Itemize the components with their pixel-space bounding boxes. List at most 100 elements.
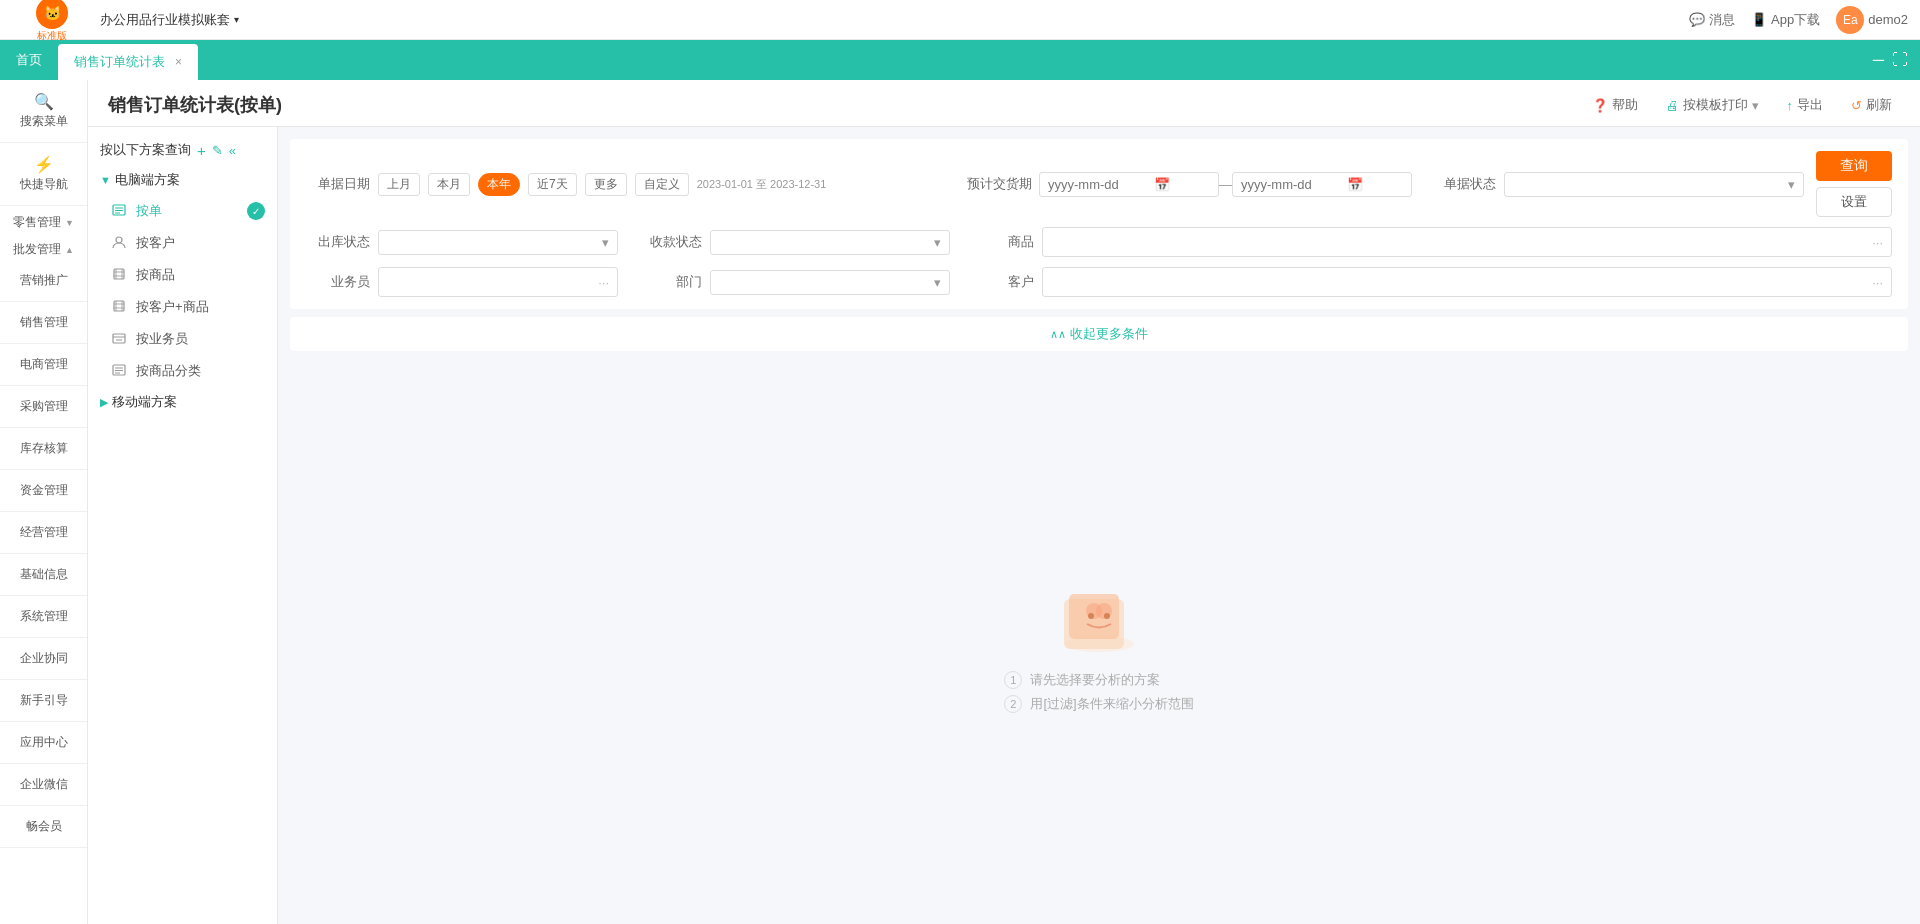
scheme-panel-header: 按以下方案查询 + ✎ « xyxy=(88,135,277,165)
goods-dots-icon[interactable]: ··· xyxy=(1872,235,1883,250)
ecommerce-label: 电商管理 xyxy=(20,357,68,371)
scheme-collapse-icon[interactable]: « xyxy=(229,143,236,158)
page-name: 办公用品行业模拟账套 xyxy=(100,11,230,29)
goods-field[interactable]: ··· xyxy=(1042,227,1892,257)
tab-minimize-icon[interactable]: ─ xyxy=(1873,51,1884,69)
search-icon: 🔍 xyxy=(0,92,87,111)
action-buttons: 查询 设置 xyxy=(1816,151,1892,217)
this-month-btn[interactable]: 本月 xyxy=(428,173,470,196)
app-download-button[interactable]: 📱 App下载 xyxy=(1751,11,1820,29)
sidebar-item-wechat[interactable]: 企业微信 xyxy=(0,764,87,806)
sidebar-item-ecommerce[interactable]: 电商管理 xyxy=(0,344,87,386)
payment-select[interactable]: ▾ xyxy=(710,230,950,255)
sidebar-item-shortcut[interactable]: ⚡ 快捷导航 xyxy=(0,143,87,206)
goods-label: 商品 xyxy=(970,233,1042,251)
scheme-section-mobile[interactable]: ▶ 移动端方案 xyxy=(88,387,277,417)
sidebar-item-newbie[interactable]: 新手引导 xyxy=(0,680,87,722)
sidebar-item-finance[interactable]: 资金管理 xyxy=(0,470,87,512)
last-month-btn[interactable]: 上月 xyxy=(378,173,420,196)
page-selector[interactable]: 办公用品行业模拟账套 ▾ xyxy=(100,11,239,29)
sidebar-item-appstore[interactable]: 应用中心 xyxy=(0,722,87,764)
sidebar-item-corp[interactable]: 企业协同 xyxy=(0,638,87,680)
sidebar-item-operation[interactable]: 经营管理 xyxy=(0,512,87,554)
last7-btn[interactable]: 近7天 xyxy=(528,173,577,196)
expected-date-end-picker[interactable]: 📅 xyxy=(1232,172,1412,197)
inventory-label: 库存核算 xyxy=(20,441,68,455)
svg-point-20 xyxy=(1104,613,1110,619)
this-year-btn[interactable]: 本年 xyxy=(478,173,520,196)
sidebar-item-retail[interactable]: 零售管理 xyxy=(0,206,87,233)
customer-dots-icon[interactable]: ··· xyxy=(1872,275,1883,290)
status-label: 单据状态 xyxy=(1432,175,1504,193)
tab-home[interactable]: 首页 xyxy=(0,40,58,80)
scheme-section-pc[interactable]: ▼ 电脑端方案 xyxy=(88,165,277,195)
salesman-dots-icon[interactable]: ··· xyxy=(598,275,609,290)
sidebar-item-marketing[interactable]: 营销推广 xyxy=(0,260,87,302)
customer-field[interactable]: ··· xyxy=(1042,267,1892,297)
sales-label: 销售管理 xyxy=(20,315,68,329)
tab-close-icon[interactable]: × xyxy=(175,55,182,69)
export-icon: ↑ xyxy=(1787,98,1794,113)
sidebar-item-inventory[interactable]: 库存核算 xyxy=(0,428,87,470)
sidebar-item-sales[interactable]: 销售管理 xyxy=(0,302,87,344)
delivery-select[interactable]: ▾ xyxy=(378,230,618,255)
by-cust-goods-label: 按客户+商品 xyxy=(136,298,209,316)
sidebar-item-purchase[interactable]: 采购管理 xyxy=(0,386,87,428)
message-icon: 💬 xyxy=(1689,12,1705,27)
top-bar: 🐱 标准版 办公用品行业模拟账套 ▾ 💬 消息 📱 App下载 Ea demo2 xyxy=(0,0,1920,40)
expected-date-start-input[interactable] xyxy=(1048,177,1148,192)
date-buttons-group: 上月 本月 本年 近7天 更多 自定义 2023-01-01 至 2023-12… xyxy=(378,173,947,196)
svg-point-19 xyxy=(1088,613,1094,619)
expected-date-end-input[interactable] xyxy=(1241,177,1341,192)
collapse-bar[interactable]: ∧∧ 收起更多条件 xyxy=(290,317,1908,351)
sidebar-item-search[interactable]: 🔍 搜索菜单 xyxy=(0,80,87,143)
print-button[interactable]: 🖨 按模板打印 ▾ xyxy=(1658,92,1767,118)
dept-label: 部门 xyxy=(638,273,710,291)
custom-btn[interactable]: 自定义 xyxy=(635,173,689,196)
query-button[interactable]: 查询 xyxy=(1816,151,1892,181)
collapse-label: 收起更多条件 xyxy=(1070,325,1148,343)
scheme-item-by-cust-goods[interactable]: 按客户+商品 xyxy=(88,291,277,323)
by-order-label: 按单 xyxy=(136,202,162,220)
sidebar-item-wholesale[interactable]: 批发管理 xyxy=(0,233,87,260)
tab-sales-stats[interactable]: 销售订单统计表 × xyxy=(58,44,198,80)
export-button[interactable]: ↑ 导出 xyxy=(1779,92,1832,118)
scheme-add-icon[interactable]: + xyxy=(197,142,206,159)
sidebar-item-member[interactable]: 畅会员 xyxy=(0,806,87,848)
salesman-field[interactable]: ··· xyxy=(378,267,618,297)
scheme-panel: 按以下方案查询 + ✎ « ▼ 电脑端方案 按单 ✓ xyxy=(88,127,278,924)
by-cust-goods-icon xyxy=(112,299,128,315)
message-button[interactable]: 💬 消息 xyxy=(1689,11,1735,29)
empty-step-2: 2 用[过滤]条件来缩小分析范围 xyxy=(1004,695,1193,713)
scheme-item-by-category[interactable]: 按商品分类 xyxy=(88,355,277,387)
print-dropdown-icon[interactable]: ▾ xyxy=(1752,98,1759,113)
more-btn[interactable]: 更多 xyxy=(585,173,627,196)
wechat-label: 企业微信 xyxy=(20,777,68,791)
marketing-label: 营销推广 xyxy=(20,273,68,287)
scheme-edit-icon[interactable]: ✎ xyxy=(212,143,223,158)
calendar-start-icon[interactable]: 📅 xyxy=(1154,177,1170,192)
expected-date-start-picker[interactable]: 📅 xyxy=(1039,172,1219,197)
sidebar-item-basic[interactable]: 基础信息 xyxy=(0,554,87,596)
tab-bar-actions: ─ ⛶ xyxy=(1873,51,1920,69)
refresh-button[interactable]: ↺ 刷新 xyxy=(1843,92,1900,118)
content-area: 销售订单统计表(按单) ❓ 帮助 🖨 按模板打印 ▾ ↑ 导出 ↺ xyxy=(88,80,1920,924)
page-dropdown-icon[interactable]: ▾ xyxy=(234,14,239,25)
by-salesman-icon xyxy=(112,331,128,347)
sidebar-item-system[interactable]: 系统管理 xyxy=(0,596,87,638)
scheme-item-by-customer[interactable]: 按客户 xyxy=(88,227,277,259)
settings-button[interactable]: 设置 xyxy=(1816,187,1892,217)
help-label: 帮助 xyxy=(1612,96,1638,114)
user-area[interactable]: Ea demo2 xyxy=(1836,6,1908,34)
scheme-item-by-goods[interactable]: 按商品 xyxy=(88,259,277,291)
tab-maximize-icon[interactable]: ⛶ xyxy=(1892,51,1908,69)
breadcrumb-area: 销售订单统计表(按单) xyxy=(108,93,282,117)
print-icon: 🖨 xyxy=(1666,98,1679,113)
scheme-item-by-order[interactable]: 按单 ✓ xyxy=(88,195,277,227)
scheme-item-by-salesman[interactable]: 按业务员 xyxy=(88,323,277,355)
status-select[interactable]: ▾ xyxy=(1504,172,1804,197)
svg-point-4 xyxy=(116,237,122,243)
calendar-end-icon[interactable]: 📅 xyxy=(1347,177,1363,192)
help-button[interactable]: ❓ 帮助 xyxy=(1584,92,1646,118)
dept-select[interactable]: ▾ xyxy=(710,270,950,295)
